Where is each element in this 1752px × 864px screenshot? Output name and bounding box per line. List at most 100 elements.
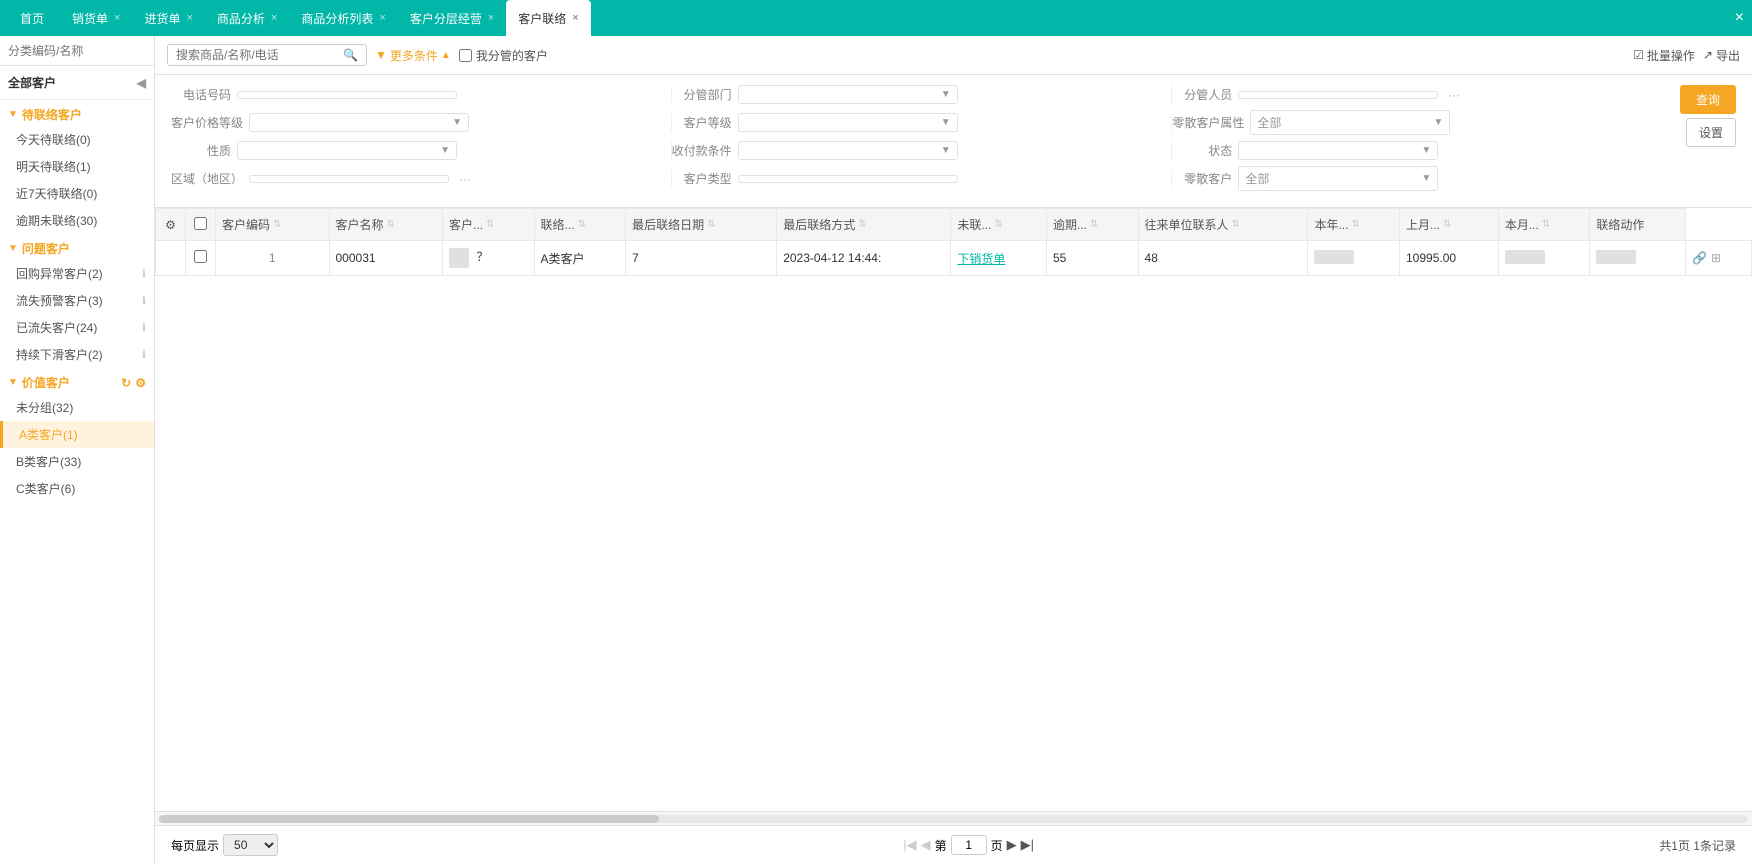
- col-gear[interactable]: ⚙: [156, 209, 186, 241]
- last-method-link[interactable]: 下销货单: [957, 252, 1005, 266]
- adv-filter-row-2: 客户价格等级 ▼ 客户等级 ▼: [171, 110, 1672, 135]
- filter-search-icon[interactable]: 🔍: [343, 48, 358, 62]
- setting-button[interactable]: 设置: [1686, 118, 1736, 147]
- first-page-btn[interactable]: |◀: [903, 837, 916, 853]
- sort-icon-last-method: ⇅: [858, 219, 866, 230]
- sidebar-item-class-a[interactable]: A类客户(1): [0, 421, 154, 448]
- payment-select[interactable]: ▼: [738, 141, 958, 160]
- nav-close-product-list[interactable]: ×: [379, 12, 385, 24]
- row-name: ？: [443, 241, 535, 276]
- nav-item-product-list[interactable]: 商品分析列表 ×: [289, 0, 397, 36]
- export-btn[interactable]: ↗ 导出: [1703, 47, 1740, 64]
- sidebar-item-class-b[interactable]: B类客户(33): [0, 448, 154, 475]
- action-link-icon[interactable]: 🔗: [1692, 251, 1707, 265]
- close-all-tabs[interactable]: ×: [1735, 9, 1744, 27]
- sidebar-item-class-c[interactable]: C类客户(6): [0, 475, 154, 502]
- action-grid-icon[interactable]: ⊞: [1711, 251, 1721, 265]
- manager-dots[interactable]: ···: [1448, 88, 1460, 102]
- sidebar-collapse-icon[interactable]: ◀: [137, 76, 146, 90]
- nav-item-sales[interactable]: 销货单 ×: [60, 0, 132, 36]
- sidebar-item-declining[interactable]: 持续下滑客户(2) ℹ: [0, 341, 154, 368]
- manager-input[interactable]: [1238, 91, 1438, 99]
- col-checkbox[interactable]: [186, 209, 216, 241]
- retail-attr-select[interactable]: 全部 ▼: [1250, 110, 1450, 135]
- refresh-icon[interactable]: ↻: [121, 376, 131, 390]
- sidebar-group-value[interactable]: ▼ 价值客户 ↻ ⚙: [0, 368, 154, 394]
- price-level-label: 客户价格等级: [171, 114, 243, 131]
- nav-close-sales[interactable]: ×: [114, 12, 120, 24]
- col-this-year[interactable]: 本年...⇅: [1308, 209, 1400, 241]
- adv-cell-customer-level: 客户等级 ▼: [672, 113, 1173, 132]
- filter-more-label: 更多条件: [390, 47, 438, 64]
- col-last-method[interactable]: 最后联络方式⇅: [777, 209, 951, 241]
- retail-customer-select[interactable]: 全部 ▼: [1238, 166, 1438, 191]
- declining-label: 持续下滑客户(2): [16, 346, 139, 363]
- filter-search-input[interactable]: [176, 48, 339, 62]
- row-checkbox[interactable]: [194, 250, 207, 263]
- filter-more-btn[interactable]: ▼ 更多条件 ▲: [375, 47, 451, 64]
- region-dots[interactable]: ···: [459, 172, 471, 186]
- col-last-month[interactable]: 上月...⇅: [1400, 209, 1499, 241]
- nav-close-product-analysis[interactable]: ×: [271, 12, 277, 24]
- sidebar-group-problem[interactable]: ▼ 问题客户: [0, 234, 154, 260]
- row-last-date: 2023-04-12 14:44:: [777, 241, 951, 276]
- batch-op-btn[interactable]: ☑ 批量操作: [1633, 47, 1695, 64]
- settings-icon[interactable]: ⚙: [135, 376, 146, 390]
- col-company-contact[interactable]: 往来单位联系人⇅: [1138, 209, 1308, 241]
- nature-select[interactable]: ▼: [237, 141, 457, 160]
- nav-item-purchase[interactable]: 进货单 ×: [132, 0, 204, 36]
- nav-close-purchase[interactable]: ×: [186, 12, 192, 24]
- query-button[interactable]: 查询: [1680, 85, 1736, 114]
- nav-home[interactable]: 首页: [8, 0, 56, 36]
- last-page-btn[interactable]: ▶|: [1021, 837, 1034, 853]
- sidebar-item-ungrouped[interactable]: 未分组(32): [0, 394, 154, 421]
- sidebar-all-customers[interactable]: 全部客户 ◀: [0, 66, 154, 100]
- col-this-year-label: 本年...: [1314, 216, 1348, 233]
- sidebar-item-lost[interactable]: 已流失客户(24) ℹ: [0, 314, 154, 341]
- nav-item-customer-segment[interactable]: 客户分层经营 ×: [398, 0, 506, 36]
- value-group-icons: ↻ ⚙: [121, 376, 146, 390]
- sidebar-group-pending[interactable]: ▼ 待联络客户: [0, 100, 154, 126]
- col-contact-count[interactable]: 联络...⇅: [534, 209, 626, 241]
- col-this-month[interactable]: 本月...⇅: [1498, 209, 1590, 241]
- phone-input[interactable]: [237, 91, 457, 99]
- sidebar-item-loss-warning[interactable]: 流失预警客户(3) ℹ: [0, 287, 154, 314]
- select-all-checkbox[interactable]: [194, 217, 207, 230]
- per-page-select[interactable]: 50 100 200: [223, 834, 278, 856]
- customer-level-select[interactable]: ▼: [738, 113, 958, 132]
- status-select[interactable]: ▼: [1238, 141, 1438, 160]
- sidebar-item-tomorrow[interactable]: 明天待联络(1): [0, 153, 154, 180]
- nav-label-customer-segment: 客户分层经营: [410, 10, 482, 27]
- nav-label-product-analysis: 商品分析: [217, 10, 265, 27]
- col-name[interactable]: 客户名称⇅: [329, 209, 443, 241]
- col-action[interactable]: 联络动作: [1590, 209, 1686, 241]
- page-input[interactable]: [951, 835, 987, 855]
- customer-type-input[interactable]: [738, 175, 958, 183]
- class-b-label: B类客户(33): [16, 453, 146, 470]
- col-level[interactable]: 客户...⇅: [443, 209, 535, 241]
- col-code[interactable]: 客户编码⇅: [216, 209, 330, 241]
- prev-page-btn[interactable]: ◀: [921, 837, 931, 853]
- horizontal-scrollbar[interactable]: [155, 811, 1752, 825]
- sidebar-item-repurchase-abnormal[interactable]: 回购异常客户(2) ℹ: [0, 260, 154, 287]
- next-page-btn[interactable]: ▶: [1007, 837, 1017, 853]
- col-last-date[interactable]: 最后联络日期⇅: [626, 209, 777, 241]
- sidebar-search-input[interactable]: [8, 44, 155, 58]
- sort-icon-contact-count: ⇅: [578, 219, 586, 230]
- col-overdue[interactable]: 逾期...⇅: [1046, 209, 1138, 241]
- nav-item-customer-contact[interactable]: 客户联络 ×: [506, 0, 590, 36]
- nav-item-product-analysis[interactable]: 商品分析 ×: [205, 0, 289, 36]
- sidebar-item-today[interactable]: 今天待联络(0): [0, 126, 154, 153]
- price-level-select[interactable]: ▼: [249, 113, 469, 132]
- sidebar-item-overdue[interactable]: 逾期未联络(30): [0, 207, 154, 234]
- dept-select[interactable]: ▼: [738, 85, 958, 104]
- sidebar-item-7days[interactable]: 近7天待联络(0): [0, 180, 154, 207]
- nav-label-product-list: 商品分析列表: [301, 10, 373, 27]
- scroll-thumb[interactable]: [159, 815, 659, 823]
- col-no-contact[interactable]: 未联...⇅: [951, 209, 1047, 241]
- nav-close-customer-segment[interactable]: ×: [488, 12, 494, 24]
- row-company-contact: [1308, 241, 1400, 276]
- region-select[interactable]: [249, 175, 449, 183]
- my-customers-checkbox[interactable]: [459, 49, 472, 62]
- nav-close-customer-contact[interactable]: ×: [572, 12, 578, 24]
